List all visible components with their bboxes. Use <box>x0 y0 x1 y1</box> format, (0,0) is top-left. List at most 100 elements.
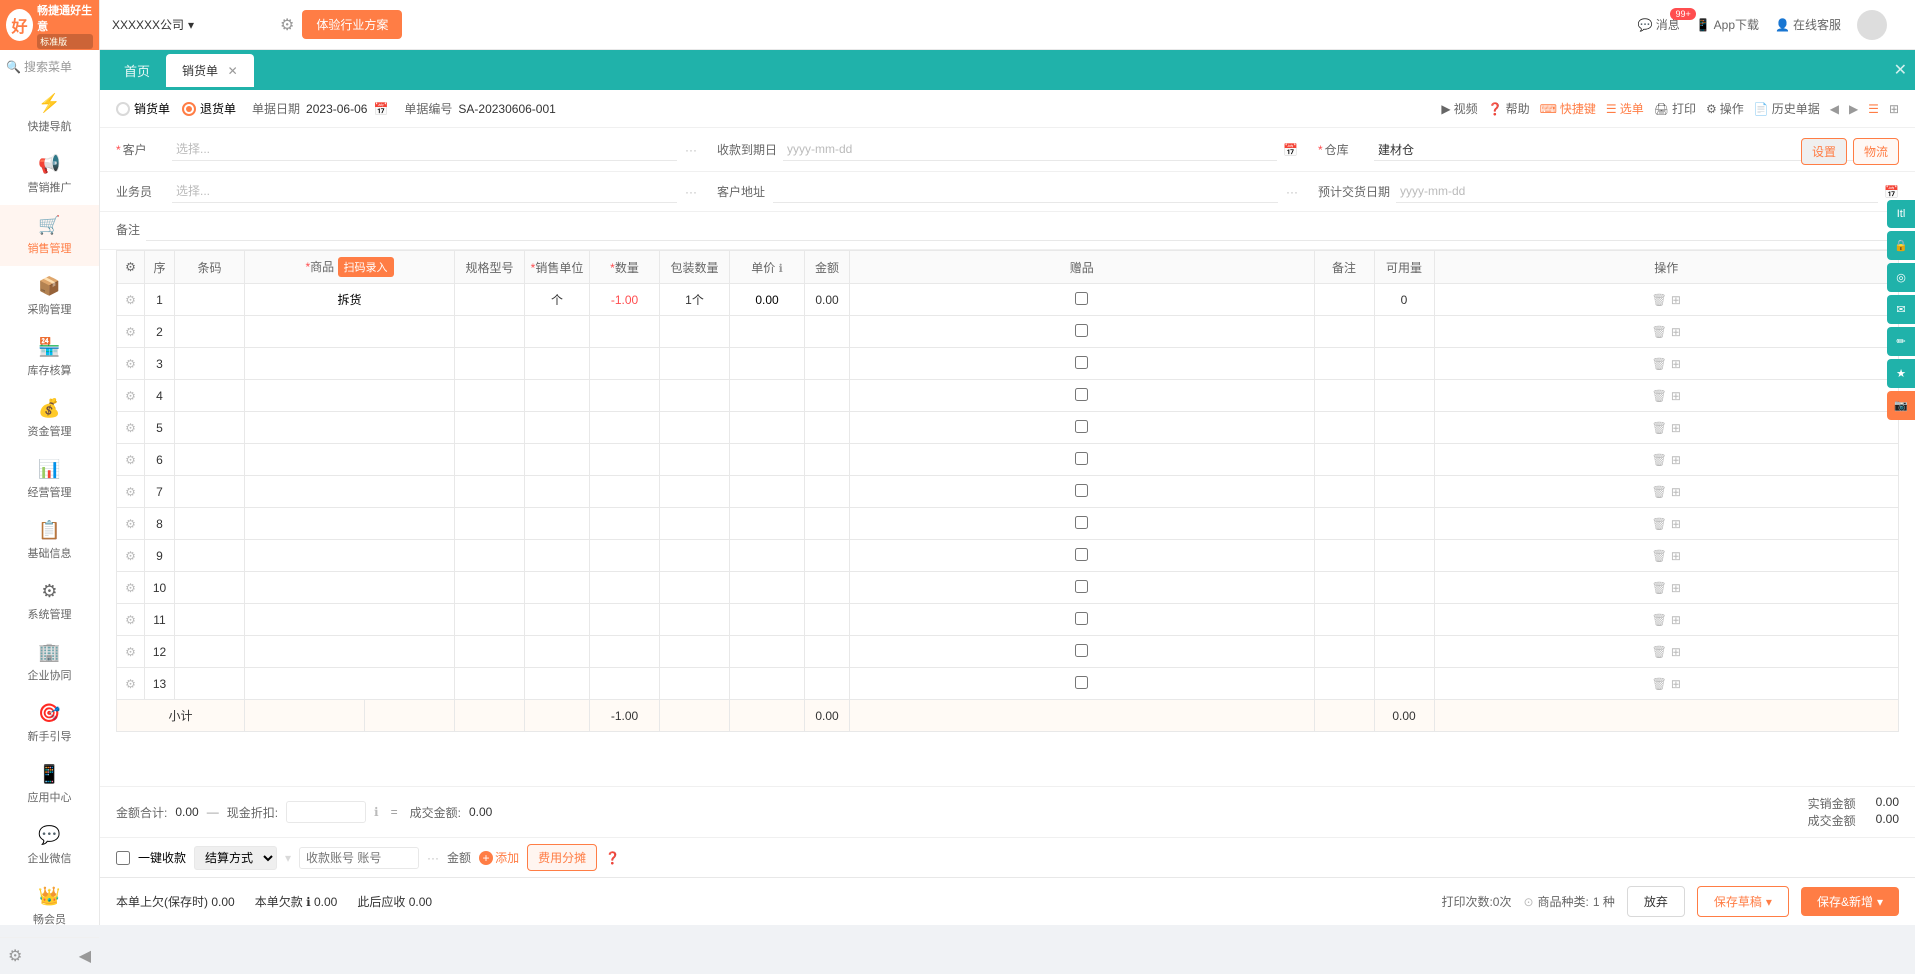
print-btn[interactable]: 🖨 打印 <box>1654 100 1696 117</box>
sidebar-item-system[interactable]: ⚙ 系统管理 <box>0 571 99 632</box>
sidebar-item-appstore[interactable]: 📱 应用中心 <box>0 754 99 815</box>
row-spec[interactable] <box>455 380 525 412</box>
radio-return[interactable]: 退货单 <box>182 100 236 117</box>
copy-icon[interactable]: ⊞ <box>1671 549 1681 563</box>
sidebar-item-basic[interactable]: 📋 基础信息 <box>0 510 99 571</box>
help-btn[interactable]: ❓ 帮助 <box>1488 100 1530 117</box>
discount-input[interactable] <box>286 801 366 823</box>
row-price[interactable] <box>730 604 805 636</box>
row-settings-icon[interactable]: ⚙ <box>125 357 136 371</box>
row-settings-icon[interactable]: ⚙ <box>125 485 136 499</box>
row-price[interactable] <box>730 444 805 476</box>
one-click-payment-checkbox[interactable] <box>116 851 130 865</box>
delete-icon[interactable]: 🗑 <box>1652 357 1667 371</box>
row-product[interactable] <box>245 668 455 700</box>
save-draft-button[interactable]: 保存草稿 ▾ <box>1697 886 1789 917</box>
copy-icon[interactable]: ⊞ <box>1671 357 1681 371</box>
topbar-settings-icon[interactable]: ⚙ <box>280 15 294 35</box>
row-qty[interactable] <box>590 284 660 316</box>
row-barcode[interactable] <box>175 284 245 316</box>
row-gift[interactable] <box>850 412 1314 444</box>
scan-button[interactable]: 扫码录入 <box>338 257 394 277</box>
tab-close-icon[interactable]: ✕ <box>228 64 238 78</box>
row-qty[interactable] <box>590 636 660 668</box>
row-gift[interactable] <box>850 476 1314 508</box>
row-gift[interactable] <box>850 540 1314 572</box>
settings-bottom-icon[interactable]: ⚙ <box>8 946 22 966</box>
customer-input[interactable] <box>172 138 677 161</box>
col-header-settings[interactable]: ⚙ <box>117 251 145 284</box>
next-icon[interactable]: ▶ <box>1849 102 1858 116</box>
row-settings-icon[interactable]: ⚙ <box>125 581 136 595</box>
company-selector[interactable]: XXXXXX公司 ▾ <box>112 16 272 33</box>
operation-btn[interactable]: ⚙ 操作 <box>1706 100 1744 117</box>
sidebar-search[interactable]: 🔍 搜索菜单 <box>0 50 99 83</box>
row-price[interactable] <box>730 540 805 572</box>
addr-more-icon[interactable]: ··· <box>1286 185 1298 199</box>
price-info-icon[interactable]: ℹ <box>779 263 783 275</box>
row-barcode[interactable] <box>175 444 245 476</box>
row-barcode[interactable] <box>175 572 245 604</box>
row-note[interactable] <box>1314 444 1374 476</box>
row-product[interactable] <box>245 508 455 540</box>
row-barcode[interactable] <box>175 316 245 348</box>
row-qty[interactable] <box>590 412 660 444</box>
row-settings-icon[interactable]: ⚙ <box>125 421 136 435</box>
row-spec[interactable] <box>455 476 525 508</box>
radio-sales[interactable]: 销货单 <box>116 100 170 117</box>
row-spec[interactable] <box>455 540 525 572</box>
sidebar-item-purchase[interactable]: 📦 采购管理 <box>0 266 99 327</box>
row-qty[interactable] <box>590 508 660 540</box>
row-note[interactable] <box>1314 316 1374 348</box>
float-btn-0[interactable]: Itl <box>1887 200 1915 228</box>
sidebar-item-sales[interactable]: 🛒 销售管理 <box>0 205 99 266</box>
copy-icon[interactable]: ⊞ <box>1671 645 1681 659</box>
row-price[interactable] <box>730 412 805 444</box>
row-note[interactable] <box>1314 540 1374 572</box>
table-settings-icon[interactable]: ⚙ <box>125 260 136 274</box>
row-product[interactable] <box>245 284 455 316</box>
sidebar-item-guide[interactable]: 🎯 新手引导 <box>0 693 99 754</box>
delete-icon[interactable]: 🗑 <box>1652 453 1667 467</box>
row-settings-icon[interactable]: ⚙ <box>125 677 136 691</box>
row-spec[interactable] <box>455 412 525 444</box>
row-barcode[interactable] <box>175 604 245 636</box>
row-price[interactable] <box>730 508 805 540</box>
tab-sales-order[interactable]: 销货单 ✕ <box>166 54 254 87</box>
row-product[interactable] <box>245 540 455 572</box>
row-note[interactable] <box>1314 380 1374 412</box>
row-qty[interactable] <box>590 380 660 412</box>
row-barcode[interactable] <box>175 348 245 380</box>
delete-icon[interactable]: 🗑 <box>1652 325 1667 339</box>
select-btn[interactable]: ☰ 选单 <box>1606 100 1644 117</box>
row-gift[interactable] <box>850 444 1314 476</box>
row-settings-icon[interactable]: ⚙ <box>125 613 136 627</box>
save-draft-dropdown-icon[interactable]: ▾ <box>1766 895 1772 909</box>
avatar[interactable] <box>1857 10 1887 40</box>
row-product[interactable] <box>245 476 455 508</box>
payment-method-select[interactable]: 结算方式 <box>194 846 277 870</box>
copy-icon[interactable]: ⊞ <box>1671 325 1681 339</box>
row-spec[interactable] <box>455 508 525 540</box>
copy-icon[interactable]: ⊞ <box>1671 453 1681 467</box>
row-gift[interactable] <box>850 348 1314 380</box>
row-price[interactable] <box>730 316 805 348</box>
row-barcode[interactable] <box>175 412 245 444</box>
copy-icon[interactable]: ⊞ <box>1671 677 1681 691</box>
delete-icon[interactable]: 🗑 <box>1652 677 1667 691</box>
history-btn[interactable]: 📄 历史单据 <box>1754 100 1820 117</box>
app-download-button[interactable]: 📱 App下载 <box>1696 16 1759 33</box>
shortcut-btn[interactable]: ⌨ 快捷键 <box>1540 100 1596 117</box>
row-settings-icon[interactable]: ⚙ <box>125 453 136 467</box>
row-barcode[interactable] <box>175 668 245 700</box>
row-gift[interactable] <box>850 668 1314 700</box>
row-note[interactable] <box>1314 636 1374 668</box>
sidebar-item-marketing[interactable]: 📢 营销推广 <box>0 144 99 205</box>
row-spec[interactable] <box>455 444 525 476</box>
discount-info-icon[interactable]: ℹ <box>374 805 379 819</box>
row-product[interactable] <box>245 316 455 348</box>
row-product[interactable] <box>245 412 455 444</box>
logistics-button[interactable]: 物流 <box>1853 138 1899 165</box>
row-product[interactable] <box>245 604 455 636</box>
row-settings-icon[interactable]: ⚙ <box>125 517 136 531</box>
